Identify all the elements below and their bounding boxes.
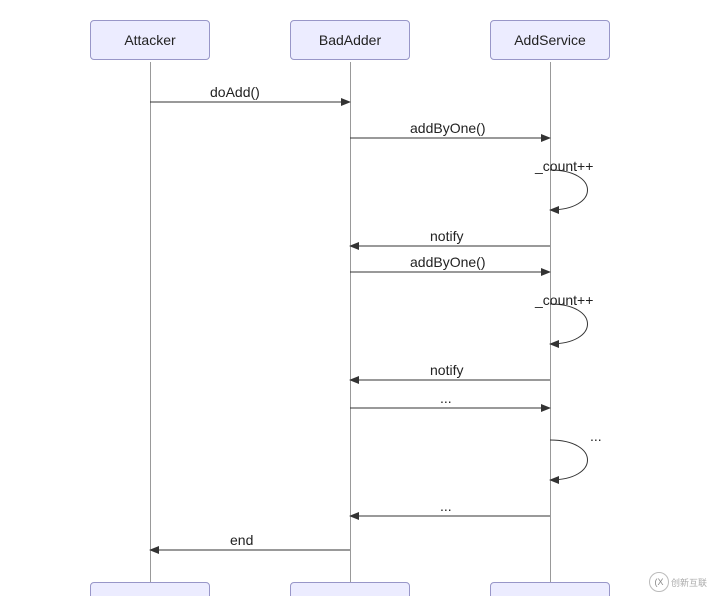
participant-attacker-bottom (90, 582, 210, 596)
participant-addservice-label: AddService (514, 32, 586, 48)
watermark-text: 创新互联 (671, 576, 707, 589)
msg-notify-2: notify (430, 362, 463, 378)
msg-addbyone-1: addByOne() (410, 120, 485, 136)
msg-addbyone-2: addByOne() (410, 254, 485, 270)
participant-attacker-label: Attacker (124, 32, 175, 48)
lifeline-badadder (350, 62, 351, 596)
msg-countpp-2: _count++ (535, 292, 593, 308)
participant-addservice-bottom (490, 582, 610, 596)
msg-dots-3: ... (440, 498, 452, 514)
msg-doadd: doAdd() (210, 84, 260, 100)
msg-dots-1: ... (440, 390, 452, 406)
msg-countpp-1: _count++ (535, 158, 593, 174)
participant-badadder-bottom (290, 582, 410, 596)
participant-attacker-top: Attacker (90, 20, 210, 60)
participant-badadder-top: BadAdder (290, 20, 410, 60)
lifeline-attacker (150, 62, 151, 596)
msg-end: end (230, 532, 253, 548)
lifeline-addservice (550, 62, 551, 596)
sequence-arrows (0, 0, 711, 596)
msg-dots-2: ... (590, 428, 602, 444)
watermark: (X 创新互联 (649, 572, 707, 592)
msg-notify-1: notify (430, 228, 463, 244)
participant-badadder-label: BadAdder (319, 32, 381, 48)
participant-addservice-top: AddService (490, 20, 610, 60)
watermark-logo-icon: (X (649, 572, 669, 592)
